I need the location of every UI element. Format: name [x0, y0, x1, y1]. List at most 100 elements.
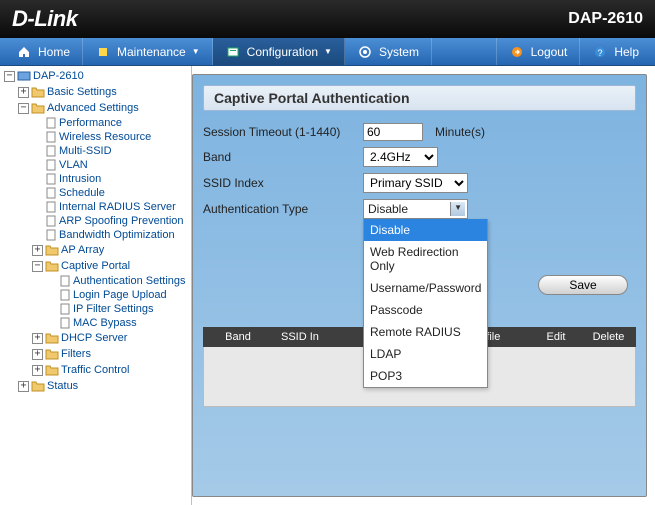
nav-home[interactable]: Home: [4, 38, 83, 65]
tree-root[interactable]: − DAP-2610: [2, 69, 189, 83]
save-button[interactable]: Save: [538, 275, 628, 295]
page-icon: [59, 317, 71, 329]
tree-status-label: Status: [47, 380, 78, 392]
logout-icon: [509, 44, 525, 60]
tree-dhcp-server[interactable]: +DHCP Server: [30, 331, 189, 345]
auth-option-passcode[interactable]: Passcode: [364, 299, 487, 321]
main-panel: Captive Portal Authentication Session Ti…: [192, 74, 647, 497]
folder-icon: [45, 243, 59, 257]
chevron-down-icon: ▼: [324, 47, 332, 56]
page-icon: [45, 201, 57, 213]
page-icon: [45, 229, 57, 241]
help-icon: ?: [592, 44, 608, 60]
band-label: Band: [203, 150, 363, 164]
page-icon: [59, 275, 71, 287]
page-icon: [45, 117, 57, 129]
page-icon: [45, 159, 57, 171]
auth-type-select[interactable]: Disable: [363, 199, 468, 219]
tree-arp-spoofing[interactable]: ARP Spoofing Prevention: [30, 215, 189, 227]
expand-icon[interactable]: +: [18, 87, 29, 98]
band-select[interactable]: 2.4GHz: [363, 147, 438, 167]
page-icon: [45, 131, 57, 143]
auth-option-remote-radius[interactable]: Remote RADIUS: [364, 321, 487, 343]
tree-cp-ipfilter[interactable]: IP Filter Settings: [44, 303, 189, 315]
ssid-index-label: SSID Index: [203, 176, 363, 190]
col-edit: Edit: [531, 331, 581, 343]
nav-maintenance[interactable]: Maintenance ▼: [83, 38, 213, 65]
expand-icon[interactable]: +: [32, 245, 43, 256]
sidebar-tree: − DAP-2610 + Basic Settings − Advanced Sett…: [0, 66, 192, 505]
auth-type-dropdown: Disable Web Redirection Only Username/Pa…: [363, 219, 488, 388]
tree-basic-settings[interactable]: + Basic Settings: [16, 85, 189, 99]
collapse-icon[interactable]: −: [18, 103, 29, 114]
maintenance-icon: [95, 44, 111, 60]
system-icon: [357, 44, 373, 60]
folder-icon: [45, 331, 59, 345]
session-timeout-unit: Minute(s): [435, 125, 485, 139]
folder-icon: [31, 85, 45, 99]
auth-option-web-redirection[interactable]: Web Redirection Only: [364, 241, 487, 277]
model-label: DAP-2610: [568, 10, 643, 28]
tree-cp-macbypass[interactable]: MAC Bypass: [44, 317, 189, 329]
expand-icon[interactable]: +: [32, 365, 43, 376]
panel-title: Captive Portal Authentication: [203, 85, 636, 111]
nav-help[interactable]: ? Help: [580, 38, 651, 65]
collapse-icon[interactable]: −: [4, 71, 15, 82]
tree-cp-auth-settings[interactable]: Authentication Settings: [44, 275, 189, 287]
auth-option-pop3[interactable]: POP3: [364, 365, 487, 387]
nav-configuration[interactable]: Configuration ▼: [213, 38, 345, 65]
session-timeout-label: Session Timeout (1-1440): [203, 125, 363, 139]
auth-option-username-password[interactable]: Username/Password: [364, 277, 487, 299]
configuration-icon: [225, 44, 241, 60]
tree-bandwidth-opt[interactable]: Bandwidth Optimization: [30, 229, 189, 241]
tree-traffic-control[interactable]: +Traffic Control: [30, 363, 189, 377]
auth-option-disable[interactable]: Disable: [364, 219, 487, 241]
nav-home-label: Home: [38, 45, 70, 59]
tree-ap-array[interactable]: +AP Array: [30, 243, 189, 257]
ssid-index-select[interactable]: Primary SSID: [363, 173, 468, 193]
auth-type-label: Authentication Type: [203, 202, 363, 216]
tree-cp-login-upload[interactable]: Login Page Upload: [44, 289, 189, 301]
collapse-icon[interactable]: −: [32, 261, 43, 272]
page-icon: [59, 303, 71, 315]
main-navbar: Home Maintenance ▼ Configuration ▼ Syste…: [0, 38, 655, 66]
expand-icon[interactable]: +: [32, 349, 43, 360]
tree-performance[interactable]: Performance: [30, 117, 189, 129]
session-timeout-input[interactable]: [363, 123, 423, 141]
page-header: D-Link DAP-2610: [0, 0, 655, 38]
nav-logout[interactable]: Logout: [497, 38, 581, 65]
tree-multi-ssid[interactable]: Multi-SSID: [30, 145, 189, 157]
page-icon: [45, 187, 57, 199]
page-icon: [45, 215, 57, 227]
nav-help-label: Help: [614, 45, 639, 59]
tree-schedule[interactable]: Schedule: [30, 187, 189, 199]
folder-icon: [45, 347, 59, 361]
tree-wireless-resource[interactable]: Wireless Resource: [30, 131, 189, 143]
tree-advanced-settings[interactable]: − Advanced Settings: [16, 101, 189, 115]
device-icon: [17, 69, 31, 83]
folder-icon: [45, 363, 59, 377]
tree-filters[interactable]: +Filters: [30, 347, 189, 361]
tree-root-label: DAP-2610: [33, 70, 84, 82]
col-delete: Delete: [581, 331, 636, 343]
brand-logo: D-Link: [12, 6, 77, 32]
tree-advanced-label: Advanced Settings: [47, 102, 139, 114]
page-icon: [45, 173, 57, 185]
chevron-down-icon: ▼: [192, 47, 200, 56]
tree-captive-portal[interactable]: −Captive Portal: [30, 259, 189, 273]
nav-system[interactable]: System: [345, 38, 432, 65]
nav-logout-label: Logout: [531, 45, 568, 59]
tree-status[interactable]: + Status: [16, 379, 189, 393]
expand-icon[interactable]: +: [18, 381, 29, 392]
tree-intrusion[interactable]: Intrusion: [30, 173, 189, 185]
col-band: Band: [203, 331, 273, 343]
folder-open-icon: [31, 101, 45, 115]
folder-open-icon: [45, 259, 59, 273]
tree-vlan[interactable]: VLAN: [30, 159, 189, 171]
tree-internal-radius[interactable]: Internal RADIUS Server: [30, 201, 189, 213]
tree-basic-label: Basic Settings: [47, 86, 117, 98]
expand-icon[interactable]: +: [32, 333, 43, 344]
auth-option-ldap[interactable]: LDAP: [364, 343, 487, 365]
page-icon: [45, 145, 57, 157]
svg-text:?: ?: [598, 48, 603, 58]
